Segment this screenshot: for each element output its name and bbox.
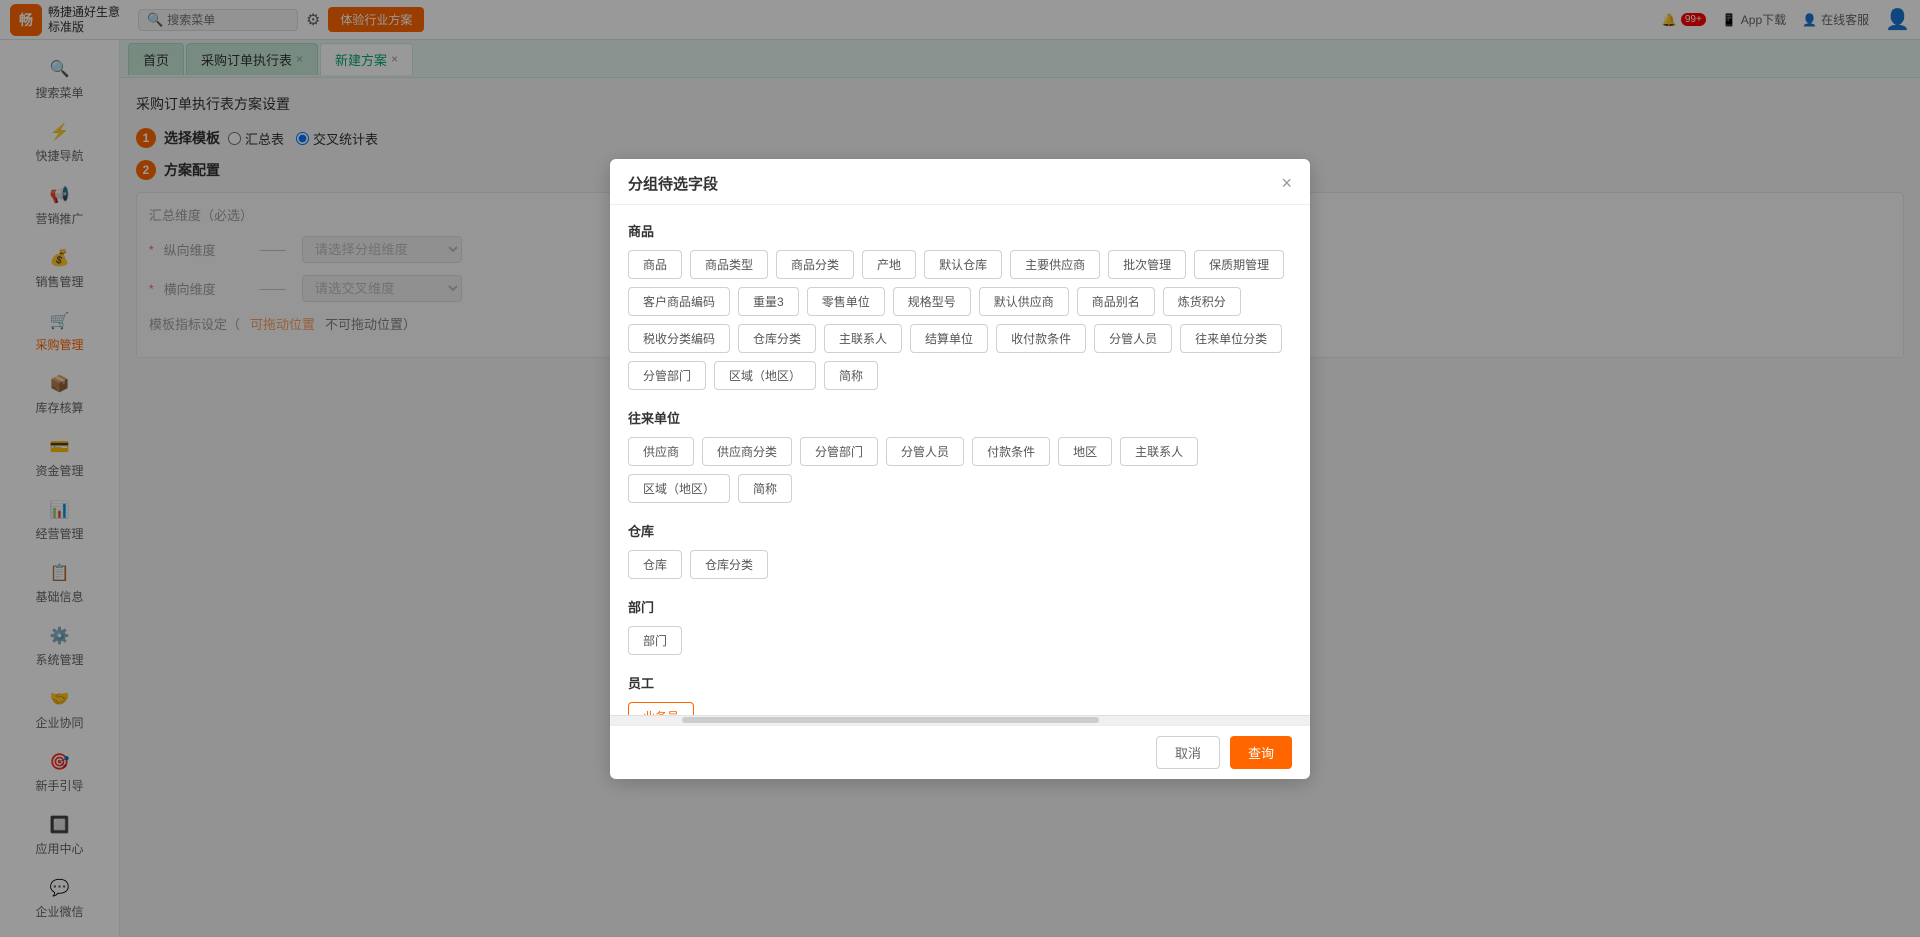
modal-overlay: 分组待选字段 × 商品 商品 商品类型 商品分类 产地 默认仓库 主要供应商 批…	[0, 0, 1920, 937]
dialog-hscroll[interactable]	[610, 715, 1310, 724]
hscroll-thumb	[682, 717, 1100, 723]
section-partner-fields: 供应商 供应商分类 分管部门 分管人员 付款条件 地区 主联系人 区域（地区） …	[628, 437, 1292, 503]
field-tag-partner-manager[interactable]: 分管人员	[886, 437, 964, 466]
field-tag-points[interactable]: 炼货积分	[1163, 287, 1241, 316]
field-tag-warehouse-cat[interactable]: 仓库分类	[690, 550, 768, 579]
section-warehouse-title: 仓库	[628, 521, 1292, 540]
field-tag-batch-mgmt[interactable]: 批次管理	[1108, 250, 1186, 279]
dialog-footer: 取消 查询	[610, 725, 1310, 779]
field-tag-partner-category[interactable]: 往来单位分类	[1180, 324, 1282, 353]
field-tag-supplier[interactable]: 供应商	[628, 437, 694, 466]
field-tag-warehouse-category[interactable]: 仓库分类	[738, 324, 816, 353]
section-warehouse: 仓库 仓库 仓库分类	[628, 521, 1292, 579]
section-goods-fields: 商品 商品类型 商品分类 产地 默认仓库 主要供应商 批次管理 保质期管理 客户…	[628, 250, 1292, 390]
field-tag-area[interactable]: 地区	[1058, 437, 1112, 466]
field-tag-main-supplier[interactable]: 主要供应商	[1010, 250, 1100, 279]
field-tag-dept-manager[interactable]: 分管部门	[628, 361, 706, 390]
section-goods: 商品 商品 商品类型 商品分类 产地 默认仓库 主要供应商 批次管理 保质期管理…	[628, 221, 1292, 390]
field-tag-region[interactable]: 区域（地区）	[714, 361, 816, 390]
field-tag-shelf-life[interactable]: 保质期管理	[1194, 250, 1284, 279]
field-tag-spec[interactable]: 规格型号	[893, 287, 971, 316]
field-tag-customer-code[interactable]: 客户商品编码	[628, 287, 730, 316]
field-tag-supplier-category[interactable]: 供应商分类	[702, 437, 792, 466]
section-warehouse-fields: 仓库 仓库分类	[628, 550, 1292, 579]
dialog-close-button[interactable]: ×	[1281, 173, 1292, 194]
field-tag-goods-type[interactable]: 商品类型	[690, 250, 768, 279]
section-dept-fields: 部门	[628, 626, 1292, 655]
field-tag-goods[interactable]: 商品	[628, 250, 682, 279]
cancel-button[interactable]: 取消	[1156, 736, 1220, 769]
dialog-title: 分组待选字段	[628, 173, 718, 194]
field-tag-partner-region[interactable]: 区域（地区）	[628, 474, 730, 503]
field-tag-default-supplier[interactable]: 默认供应商	[979, 287, 1069, 316]
field-tag-warehouse[interactable]: 仓库	[628, 550, 682, 579]
section-staff-title: 员工	[628, 673, 1292, 692]
section-partner: 往来单位 供应商 供应商分类 分管部门 分管人员 付款条件 地区 主联系人 区域…	[628, 408, 1292, 503]
dialog: 分组待选字段 × 商品 商品 商品类型 商品分类 产地 默认仓库 主要供应商 批…	[610, 159, 1310, 779]
field-tag-partner-payment[interactable]: 付款条件	[972, 437, 1050, 466]
section-staff-fields: 业务员	[628, 702, 1292, 716]
confirm-button[interactable]: 查询	[1230, 736, 1292, 769]
field-tag-manager[interactable]: 分管人员	[1094, 324, 1172, 353]
section-staff: 员工 业务员	[628, 673, 1292, 716]
section-goods-title: 商品	[628, 221, 1292, 240]
field-tag-goods-category[interactable]: 商品分类	[776, 250, 854, 279]
field-tag-partner-dept[interactable]: 分管部门	[800, 437, 878, 466]
field-tag-short-name[interactable]: 简称	[824, 361, 878, 390]
section-dept: 部门 部门	[628, 597, 1292, 655]
field-tag-main-contact[interactable]: 主联系人	[824, 324, 902, 353]
field-tag-default-warehouse[interactable]: 默认仓库	[924, 250, 1002, 279]
field-tag-tax-code[interactable]: 税收分类编码	[628, 324, 730, 353]
field-tag-retail-unit[interactable]: 零售单位	[807, 287, 885, 316]
field-tag-partner-short[interactable]: 简称	[738, 474, 792, 503]
field-tag-goods-alias[interactable]: 商品别名	[1077, 287, 1155, 316]
field-tag-origin[interactable]: 产地	[862, 250, 916, 279]
field-tag-partner-contact[interactable]: 主联系人	[1120, 437, 1198, 466]
field-tag-payment-terms[interactable]: 收付款条件	[996, 324, 1086, 353]
section-partner-title: 往来单位	[628, 408, 1292, 427]
field-tag-settlement-unit[interactable]: 结算单位	[910, 324, 988, 353]
field-tag-weight[interactable]: 重量3	[738, 287, 799, 316]
dialog-header: 分组待选字段 ×	[610, 159, 1310, 205]
field-tag-dept[interactable]: 部门	[628, 626, 682, 655]
dialog-body: 商品 商品 商品类型 商品分类 产地 默认仓库 主要供应商 批次管理 保质期管理…	[610, 205, 1310, 716]
field-tag-salesperson[interactable]: 业务员	[628, 702, 694, 716]
section-dept-title: 部门	[628, 597, 1292, 616]
